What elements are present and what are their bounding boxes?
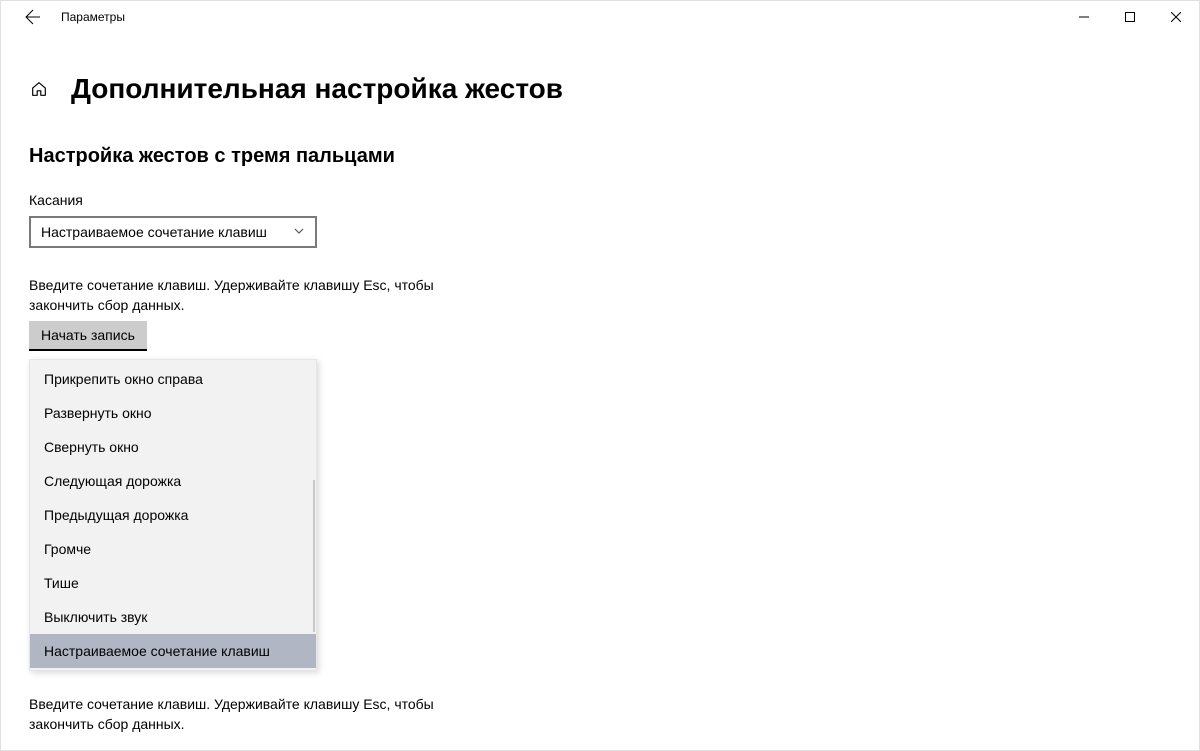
- instruction-text-bottom: Введите сочетание клавиш. Удерживайте кл…: [29, 695, 469, 734]
- start-recording-button[interactable]: Начать запись: [29, 321, 147, 351]
- section-title: Настройка жестов с тремя пальцами: [29, 145, 1171, 168]
- taps-dropdown[interactable]: Настраиваемое сочетание клавиш: [29, 216, 317, 248]
- option-previous-track[interactable]: Предыдущая дорожка: [30, 498, 316, 532]
- option-mute[interactable]: Выключить звук: [30, 600, 316, 634]
- option-maximize-window[interactable]: Развернуть окно: [30, 396, 316, 430]
- title-bar: Параметры: [1, 1, 1199, 33]
- dropdown-selected-text: Настраиваемое сочетание клавиш: [41, 224, 267, 240]
- page-title: Дополнительная настройка жестов: [71, 73, 563, 105]
- page-header: Дополнительная настройка жестов: [29, 73, 1171, 105]
- arrow-left-icon: [25, 9, 41, 25]
- maximize-button[interactable]: [1107, 1, 1153, 33]
- home-icon[interactable]: [29, 79, 49, 99]
- minimize-button[interactable]: [1061, 1, 1107, 33]
- options-list: Прикрепить окно справа Развернуть окно С…: [29, 359, 317, 671]
- option-next-track[interactable]: Следующая дорожка: [30, 464, 316, 498]
- taps-label: Касания: [29, 192, 1171, 208]
- minimize-icon: [1079, 12, 1089, 22]
- app-title: Параметры: [61, 10, 125, 24]
- option-custom-shortcut[interactable]: Настраиваемое сочетание клавиш: [30, 634, 316, 668]
- content-area: Дополнительная настройка жестов Настройк…: [1, 33, 1199, 734]
- chevron-down-icon: [293, 224, 305, 240]
- option-volume-up[interactable]: Громче: [30, 532, 316, 566]
- option-snap-right[interactable]: Прикрепить окно справа: [30, 362, 316, 396]
- scrollbar[interactable]: [313, 480, 315, 632]
- back-button[interactable]: [13, 1, 53, 33]
- instruction-text: Введите сочетание клавиш. Удерживайте кл…: [29, 276, 469, 315]
- maximize-icon: [1125, 12, 1135, 22]
- close-icon: [1171, 12, 1181, 22]
- option-minimize-window[interactable]: Свернуть окно: [30, 430, 316, 464]
- option-volume-down[interactable]: Тише: [30, 566, 316, 600]
- window-controls: [1061, 1, 1199, 33]
- close-button[interactable]: [1153, 1, 1199, 33]
